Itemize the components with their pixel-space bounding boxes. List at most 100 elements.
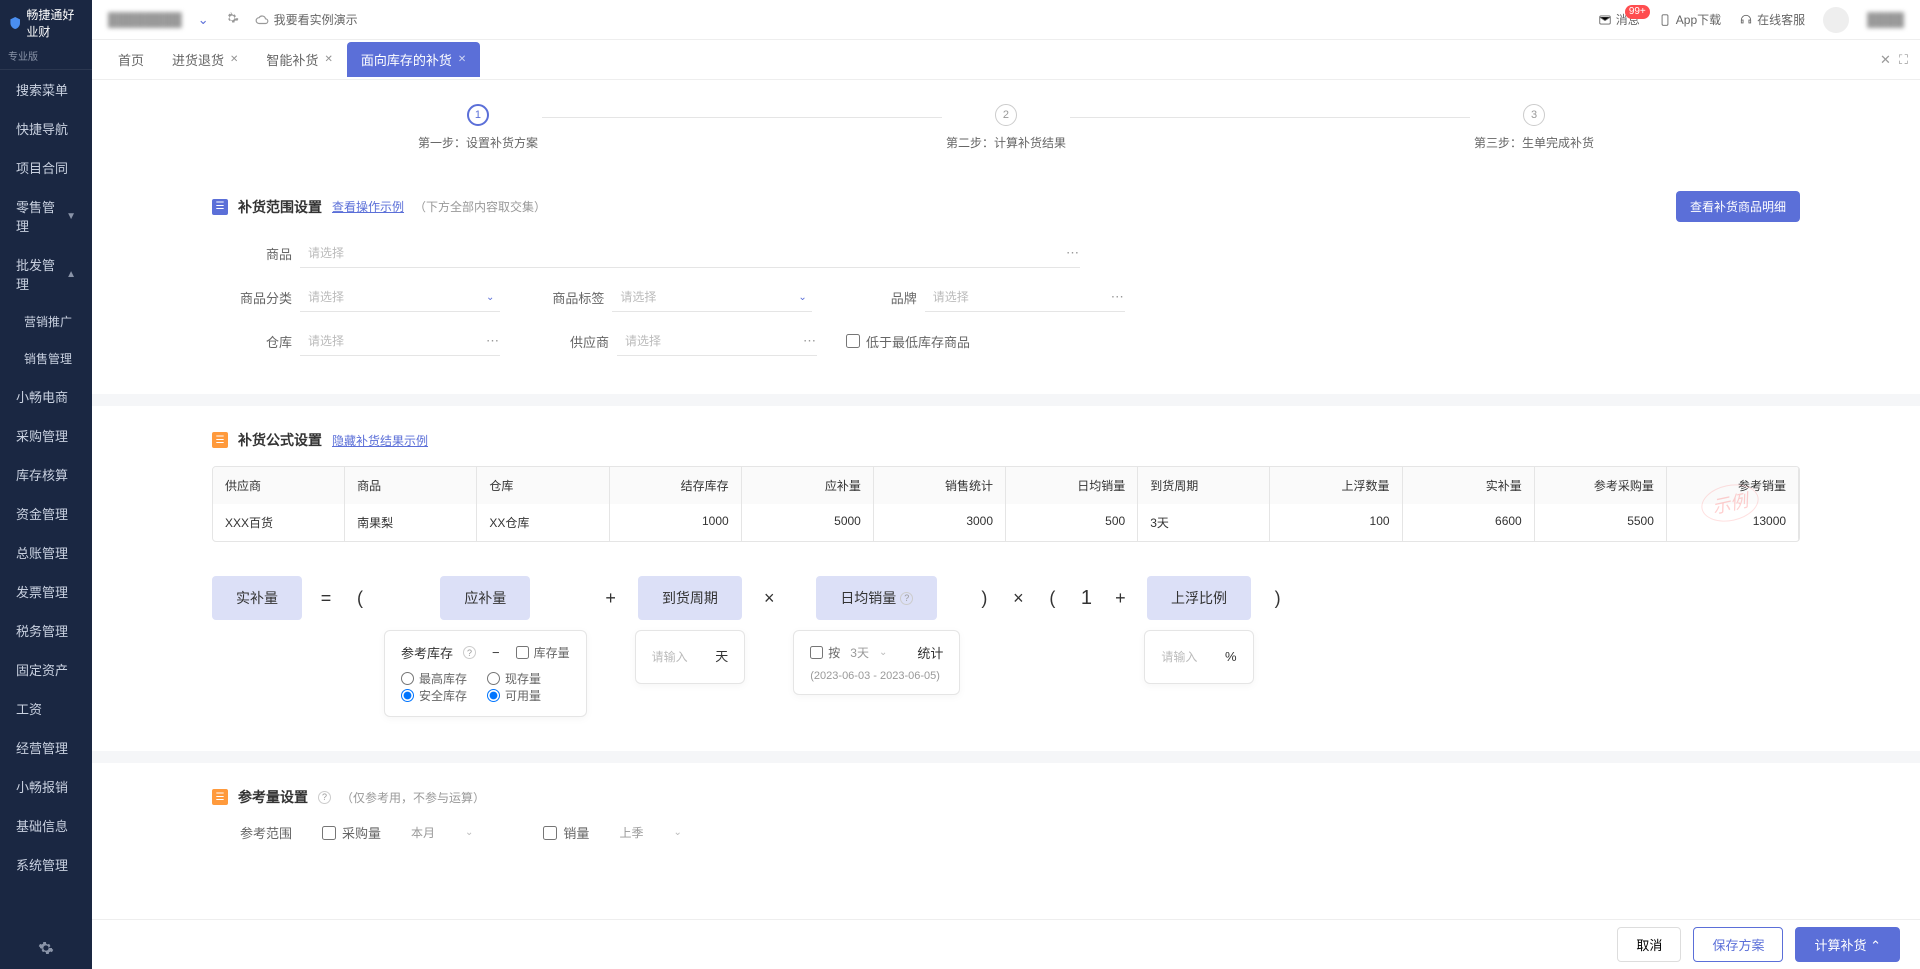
tag-input[interactable] [612,282,812,312]
product-input[interactable] [300,238,1080,268]
formula-toggle-link[interactable]: 隐藏补货结果示例 [332,432,428,449]
ref-note: （仅参考用，不参与运算） [341,789,485,806]
headset-icon [1739,13,1753,27]
product-more-icon[interactable]: ⋯ [1066,245,1079,261]
tab[interactable]: 面向库存的补货✕ [347,42,480,77]
supplier-more-icon[interactable]: ⋯ [803,333,816,349]
safe-stock-radio[interactable]: 安全库存 [401,687,467,704]
help-icon[interactable]: ? [463,646,476,659]
sales-checkbox[interactable]: 销量 [543,823,589,842]
warehouse-input[interactable] [300,326,500,356]
tab-close-icon[interactable]: ✕ [324,54,332,65]
settings-icon[interactable] [0,930,92,969]
sidebar-item[interactable]: 快捷导航 [0,109,92,148]
cycle-input[interactable] [652,643,712,671]
scope-example-link[interactable]: 查看操作示例 [332,198,404,215]
sidebar-item[interactable]: 基础信息 [0,806,92,845]
sidebar-item[interactable]: 营销推广 [0,303,92,340]
warehouse-more-icon[interactable]: ⋯ [486,333,499,349]
brand-more-icon[interactable]: ⋯ [1111,289,1124,305]
formula-icon: ☰ [212,432,228,448]
current-stock-radio[interactable]: 现存量 [487,670,541,687]
help-icon[interactable]: ? [900,592,913,605]
sales-period-select[interactable]: 上季 [619,824,643,841]
stock-checkbox[interactable]: 库存量 [516,644,570,661]
table-header: 实补量 [1403,467,1535,504]
close-tabs-icon[interactable]: ✕ [1880,52,1891,68]
sidebar-item[interactable]: 小畅报销 [0,767,92,806]
scope-note: （下方全部内容取交集） [414,198,546,215]
table-cell: 100 [1270,504,1402,541]
sidebar-item[interactable]: 采购管理 [0,416,92,455]
chevron-up-icon: ⌃ [1870,938,1881,953]
avatar[interactable] [1823,7,1849,33]
messages-button[interactable]: 消息 99+ [1598,11,1640,28]
scope-title: 补货范围设置 [238,197,322,217]
cancel-button[interactable]: 取消 [1617,927,1681,962]
chevron-icon: ▼ [66,211,76,222]
cycle-block: 到货周期 [638,576,742,620]
purchase-checkbox[interactable]: 采购量 [322,823,381,842]
table-cell: XX仓库 [477,504,609,541]
sidebar-item[interactable]: 发票管理 [0,572,92,611]
sidebar-item[interactable]: 资金管理 [0,494,92,533]
sidebar-item[interactable]: 项目合同 [0,148,92,187]
below-stock-checkbox[interactable]: 低于最低库存商品 [846,332,970,351]
by-checkbox[interactable]: 按 [810,644,840,661]
customer-service-button[interactable]: 在线客服 [1739,11,1805,28]
sidebar-item[interactable]: 固定资产 [0,650,92,689]
company-dropdown-icon[interactable]: ⌄ [198,12,209,28]
sidebar-item[interactable]: 搜索菜单 [0,70,92,109]
tab[interactable]: 首页 [104,42,158,77]
sidebar-item[interactable]: 工资 [0,689,92,728]
tag-label: 商品标签 [524,288,604,307]
sidebar-item[interactable]: 销售管理 [0,340,92,377]
days-select[interactable]: 3天 [850,644,869,661]
table-header: 仓库 [477,467,609,504]
sidebar-item[interactable]: 系统管理 [0,845,92,884]
save-button[interactable]: 保存方案 [1693,927,1783,962]
gear-icon[interactable] [225,11,239,28]
table-cell: 6600 [1403,504,1535,541]
example-table: 示例 供应商商品仓库结存库存应补量销售统计日均销量到货周期上浮数量实补量参考采购… [212,466,1800,542]
stat-label: 统计 [917,643,943,662]
calculate-button[interactable]: 计算补货 ⌃ [1795,927,1900,962]
step: 3第三步：生单完成补货 [1474,104,1594,151]
help-icon[interactable]: ? [318,791,331,804]
category-input[interactable] [300,282,500,312]
demo-link[interactable]: 我要看实例演示 [255,11,358,28]
company-name[interactable]: ████████ [108,12,182,27]
formula-section: ☰ 补货公式设置 隐藏补货结果示例 示例 供应商商品仓库结存库存应补量销售统计日… [92,414,1920,743]
view-products-button[interactable]: 查看补货商品明细 [1676,191,1800,222]
sidebar-item[interactable]: 小畅电商 [0,377,92,416]
plus-op2: + [1110,588,1130,609]
times-op2: × [1008,588,1028,609]
brand-input[interactable] [925,282,1125,312]
float-input[interactable] [1161,643,1221,671]
sidebar-item[interactable]: 经营管理 [0,728,92,767]
rparen: ) [974,588,994,609]
tab-close-icon[interactable]: ✕ [230,54,238,65]
supplier-input[interactable] [617,326,817,356]
table-header: 应补量 [742,467,874,504]
main: ████████ ⌄ 我要看实例演示 消息 99+ App下载 [92,0,1920,969]
max-stock-radio[interactable]: 最高库存 [401,670,467,687]
purchase-period-select[interactable]: 本月 [411,824,435,841]
sidebar-item[interactable]: 总账管理 [0,533,92,572]
tab[interactable]: 进货退货✕ [158,42,252,77]
product-label: 商品 [212,244,292,263]
avail-stock-radio[interactable]: 可用量 [487,687,541,704]
table-cell: 5000 [742,504,874,541]
fullscreen-icon[interactable]: ⛶ [1899,52,1908,68]
sidebar-item[interactable]: 库存核算 [0,455,92,494]
tab[interactable]: 智能补货✕ [252,42,346,77]
table-header: 上浮数量 [1270,467,1402,504]
table-cell: 5500 [1535,504,1667,541]
app-download-button[interactable]: App下载 [1658,11,1721,28]
table-cell: XXX百货 [213,504,345,541]
topbar: ████████ ⌄ 我要看实例演示 消息 99+ App下载 [92,0,1920,40]
sidebar-item[interactable]: 税务管理 [0,611,92,650]
sidebar-item[interactable]: 零售管理▼ [0,187,92,245]
tab-close-icon[interactable]: ✕ [458,54,466,65]
sidebar-item[interactable]: 批发管理▲ [0,245,92,303]
